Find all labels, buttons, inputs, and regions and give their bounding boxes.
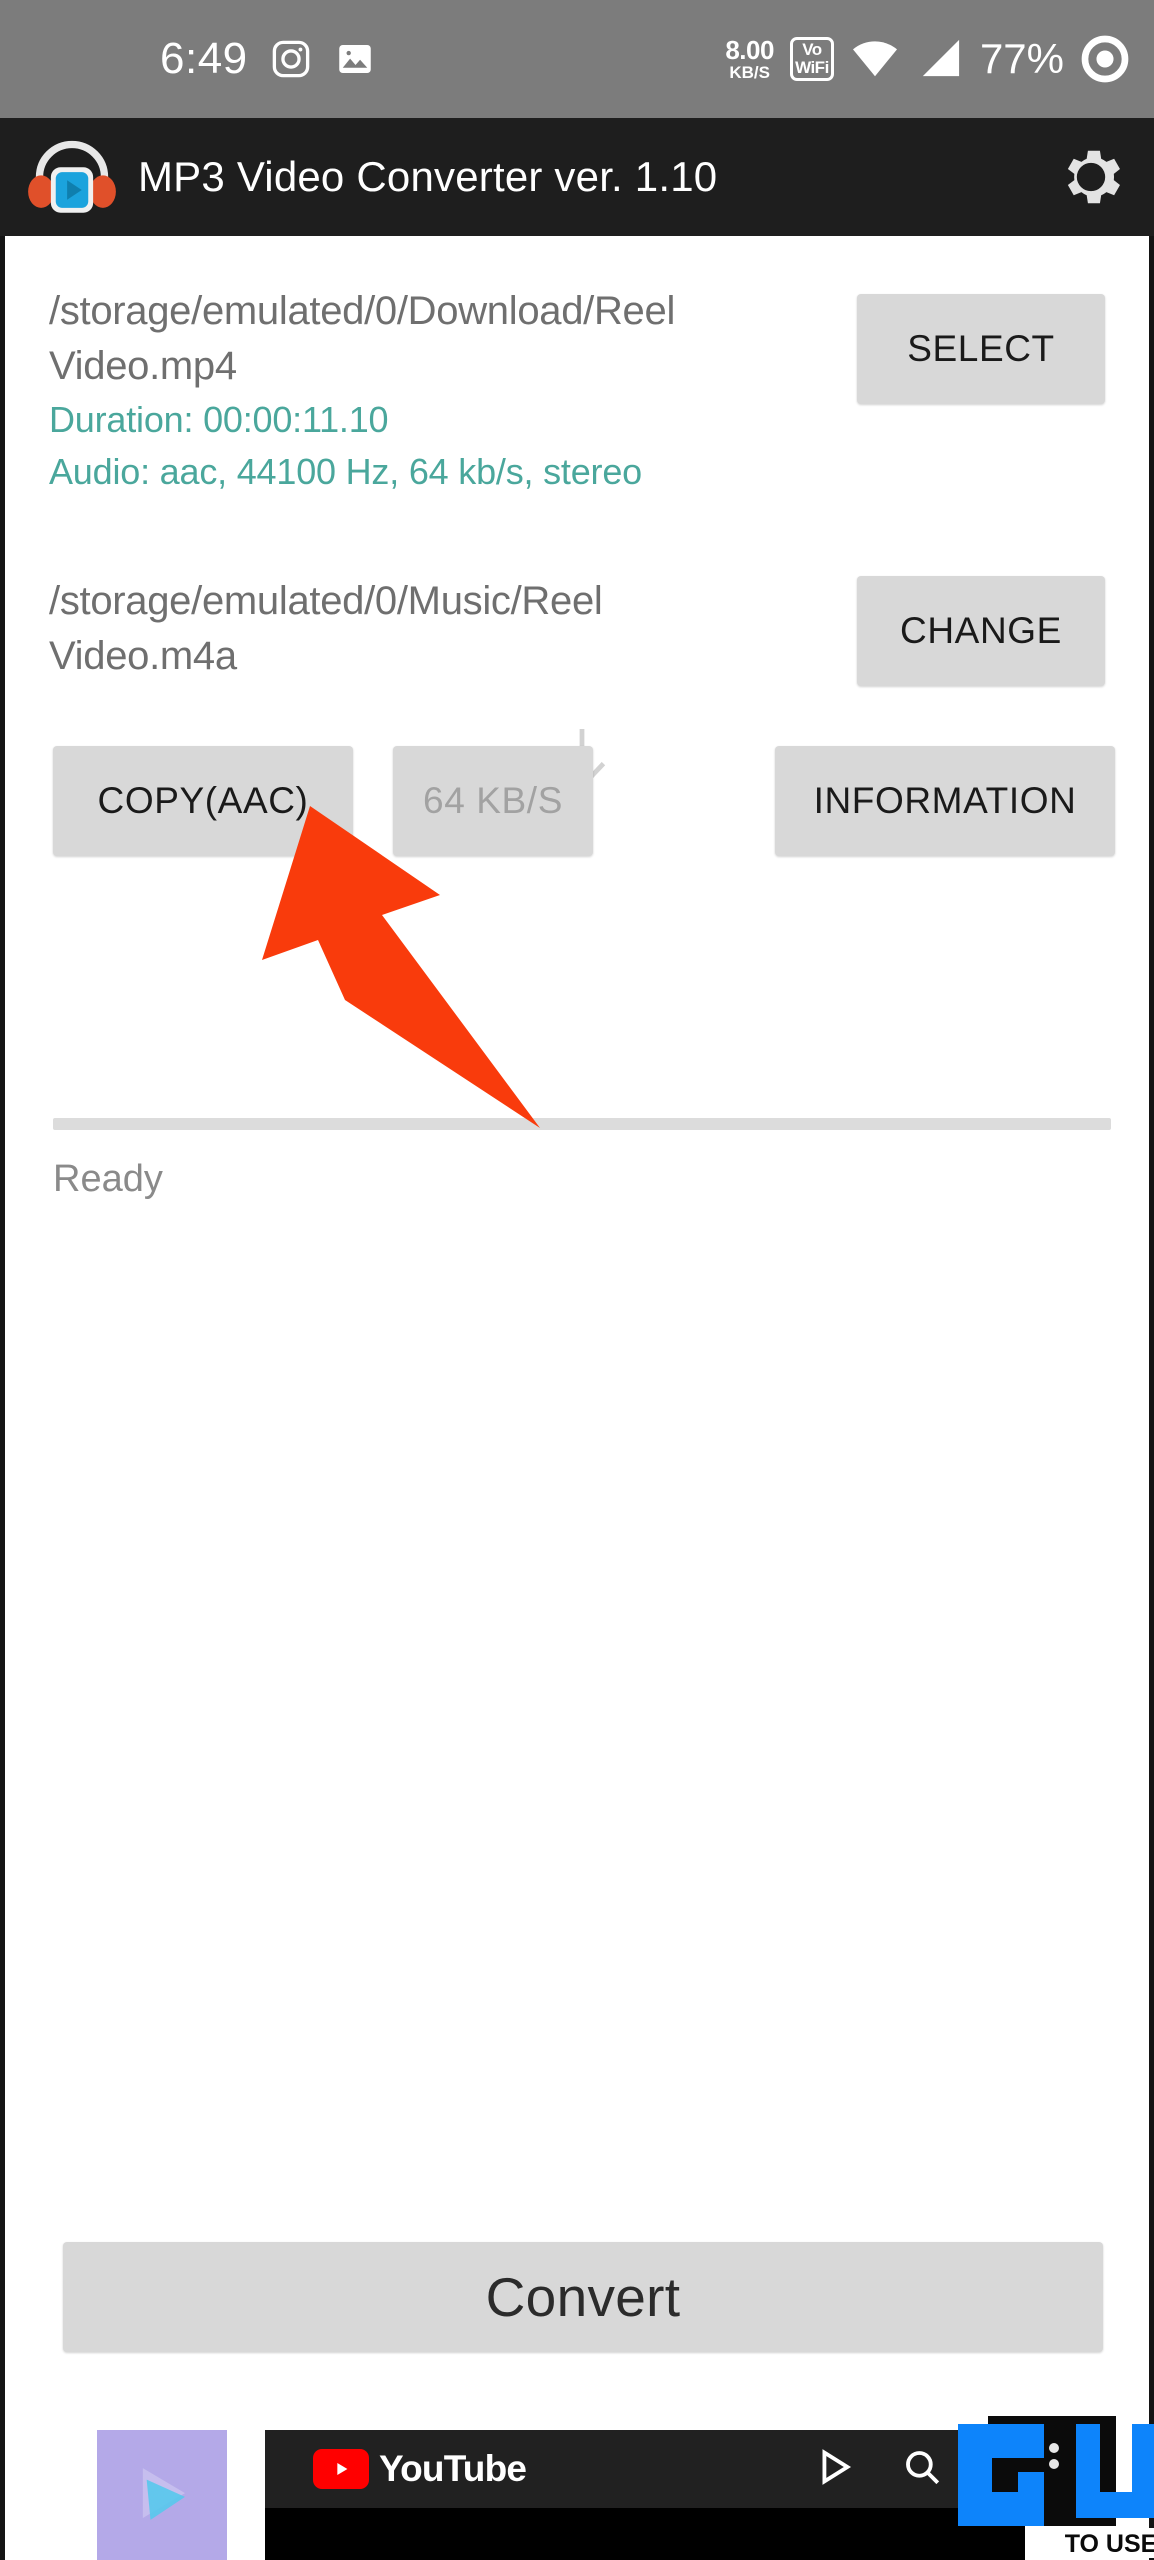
headphones-app-icon — [20, 125, 124, 229]
gear-icon[interactable] — [1054, 140, 1128, 214]
app-content: /storage/emulated/0/Download/Reel Video.… — [0, 236, 1154, 2560]
youtube-wordmark: YouTube — [379, 2448, 527, 2489]
more-vertical-icon[interactable] — [987, 2444, 1007, 2495]
vowifi-icon: Vo WiFi — [789, 37, 834, 81]
convert-button[interactable]: Convert — [63, 2242, 1103, 2352]
destination-file-path: /storage/emulated/0/Music/Reel Video.m4a — [49, 579, 603, 678]
ad-youtube-bar: YouTube — [265, 2430, 1025, 2508]
wifi-icon — [850, 39, 900, 79]
status-bar-clock: 6:49 — [160, 34, 248, 83]
search-icon[interactable] — [901, 2446, 943, 2493]
status-bar-left: 6:49 — [160, 34, 376, 84]
codec-button[interactable]: COPY(AAC) — [53, 746, 353, 856]
source-duration: Duration: 00:00:11.10 — [49, 399, 389, 440]
app-title: MP3 Video Converter ver. 1.10 — [138, 153, 718, 200]
source-audio-info: Audio: aac, 44100 Hz, 64 kb/s, stereo — [49, 451, 642, 492]
network-speed-unit: KB/S — [729, 63, 770, 82]
status-bar-right: 8.00 KB/S Vo WiFi 77% — [725, 0, 1130, 118]
vowifi-line-1: Vo — [802, 40, 822, 59]
battery-circle-icon — [1080, 34, 1130, 84]
vowifi-line-2: WiFi — [795, 58, 829, 77]
app-bar: MP3 Video Converter ver. 1.10 — [0, 118, 1154, 236]
source-file-block: /storage/emulated/0/Download/Reel Video.… — [49, 284, 699, 498]
ad-youtube-actions — [811, 2444, 1007, 2495]
instagram-icon — [270, 38, 312, 80]
bitrate-button[interactable]: 64 KB/S — [393, 746, 593, 856]
change-button[interactable]: CHANGE — [857, 576, 1105, 686]
source-file-path: /storage/emulated/0/Download/Reel Video.… — [49, 289, 676, 388]
signal-icon — [916, 38, 964, 80]
network-speed-value: 8.00 — [725, 35, 774, 65]
phone-screen: 6:49 8.00 KB/S Vo WiFi 77% MP3 Video Con… — [0, 0, 1154, 2560]
select-button[interactable]: SELECT — [857, 294, 1105, 404]
status-bar: 6:49 8.00 KB/S Vo WiFi 77% — [0, 0, 1154, 118]
image-icon — [334, 38, 376, 80]
conversion-progress-bar — [53, 1118, 1111, 1130]
destination-file-block: /storage/emulated/0/Music/Reel Video.m4a — [49, 574, 699, 684]
ad-app-icon[interactable] — [97, 2430, 227, 2560]
cast-play-icon[interactable] — [811, 2444, 857, 2495]
status-text: Ready — [53, 1158, 163, 1200]
youtube-logo-icon: YouTube — [313, 2448, 527, 2490]
information-button[interactable]: INFORMATION — [775, 746, 1115, 856]
ad-banner[interactable]: YouTube — [5, 2430, 1149, 2560]
ad-media-preview[interactable]: YouTube — [265, 2430, 1025, 2560]
youtube-play-badge — [313, 2449, 369, 2489]
battery-percent-label: 77% — [979, 35, 1064, 82]
network-speed-indicator: 8.00 KB/S — [725, 37, 774, 81]
